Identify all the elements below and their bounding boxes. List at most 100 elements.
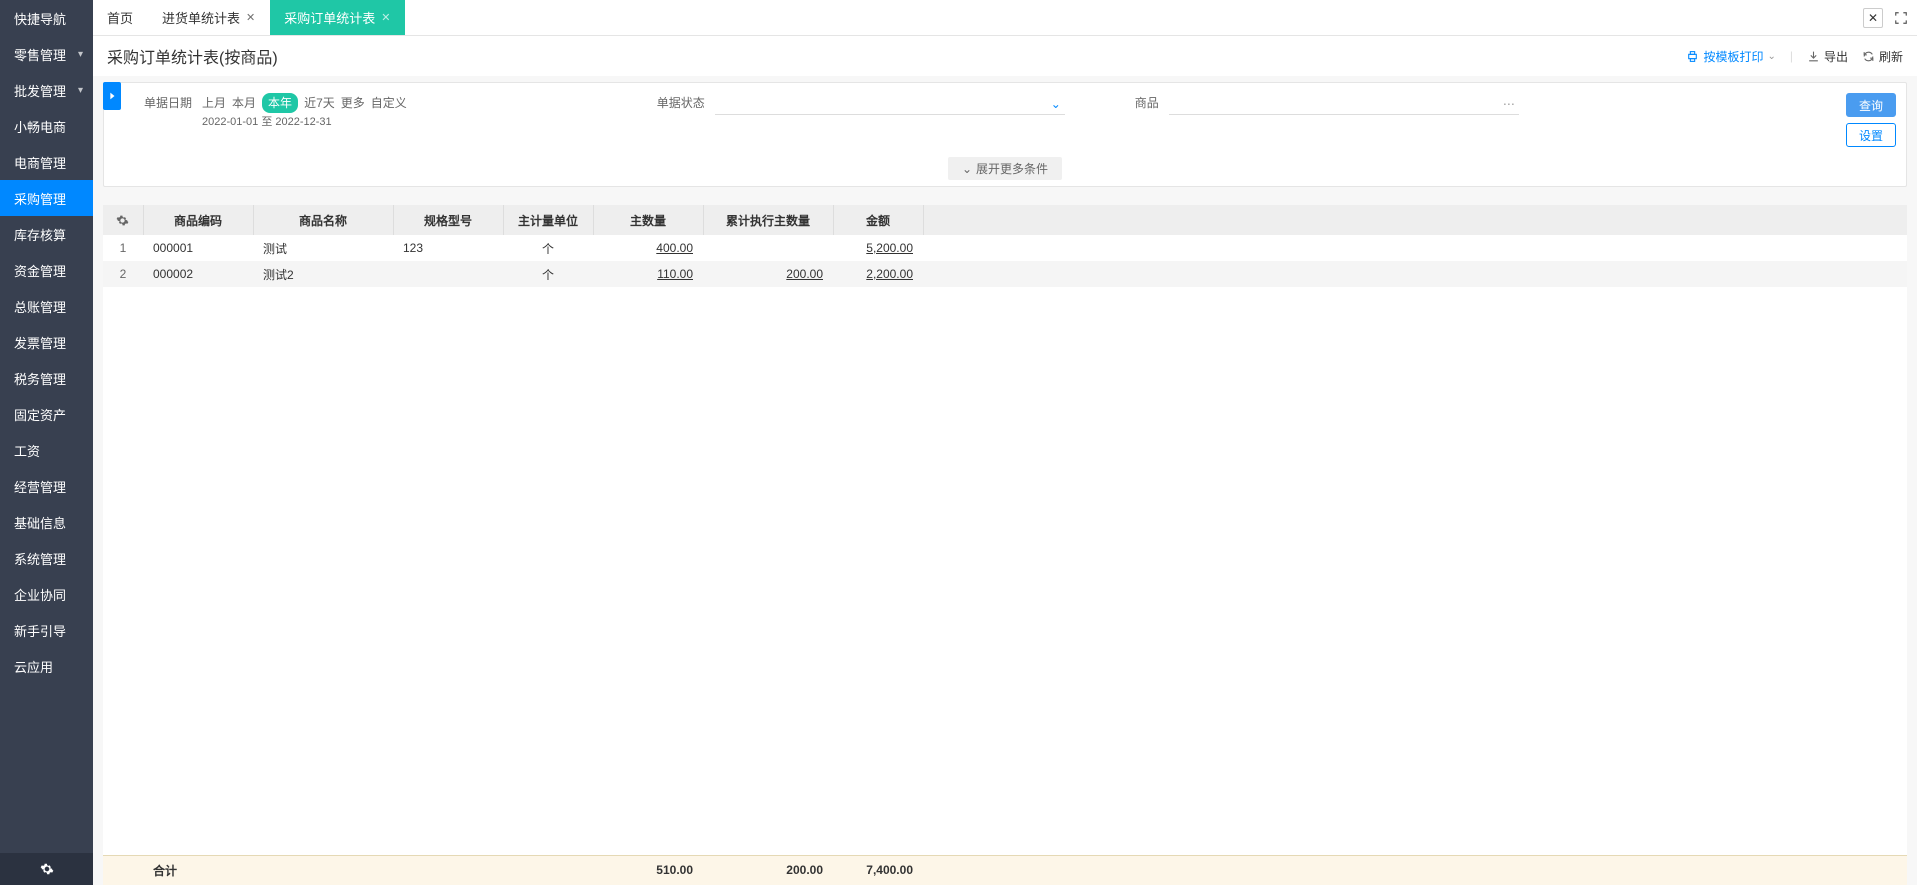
product-input[interactable]: ⋯ [1169,93,1519,115]
date-range-option[interactable]: 本年 [262,93,298,113]
date-range-option[interactable]: 自定义 [371,93,407,113]
sidebar-item[interactable]: 资金管理 [0,252,93,288]
col-header[interactable]: 主计量单位 [503,205,593,235]
caret-down-icon: ▾ [78,49,83,60]
sidebar-item[interactable]: 经营管理 [0,468,93,504]
table-config-header[interactable] [103,205,143,235]
sidebar-item[interactable]: 新手引导 [0,612,93,648]
sidebar-item[interactable]: 发票管理 [0,324,93,360]
sidebar-item[interactable]: 采购管理 [0,180,93,216]
col-header[interactable]: 金额 [833,205,923,235]
sidebar-item[interactable]: 零售管理 ▾ [0,36,93,72]
cell-amt[interactable]: 2,200.00 [833,261,923,287]
sidebar-item-label: 库存核算 [14,225,66,244]
query-button[interactable]: 查询 [1846,93,1896,117]
status-select[interactable]: ⌄ [715,93,1065,115]
footer-amt: 7,400.00 [833,855,923,885]
sidebar-item[interactable]: 小畅电商 [0,108,93,144]
sidebar-item-label: 固定资产 [14,405,66,424]
sidebar-item[interactable]: 总账管理 [0,288,93,324]
cell-spec: 123 [393,235,503,261]
chevron-down-icon: ⌄ [962,162,972,176]
settings-button[interactable]: 设置 [1846,123,1896,147]
refresh-button[interactable]: 刷新 [1862,48,1903,65]
sidebar-item-label: 零售管理 [14,45,66,64]
collapse-filter-handle[interactable] [103,82,121,110]
date-range-display: 2022-01-01 至 2022-12-31 [202,113,407,129]
sidebar-item[interactable]: 批发管理 ▾ [0,72,93,108]
sidebar-item[interactable]: 企业协同 [0,576,93,612]
sidebar-settings-button[interactable] [0,853,93,885]
sidebar-item[interactable]: 库存核算 [0,216,93,252]
date-range-option[interactable]: 近7天 [304,93,335,113]
close-icon[interactable]: ✕ [381,11,390,24]
page-title: 采购订单统计表(按商品) [107,44,278,68]
cell-exec [703,235,833,261]
sidebar-item[interactable]: 快捷导航 [0,0,93,36]
sidebar-item[interactable]: 系统管理 [0,540,93,576]
data-table: 商品编码 商品名称 规格型号 主计量单位 主数量 累计执行主数量 金额 [103,205,1907,885]
cell-code: 000002 [143,261,253,287]
print-template-button[interactable]: 按模板打印 ⌄ [1686,48,1775,65]
sidebar-item-label: 基础信息 [14,513,66,532]
footer-exec: 200.00 [703,855,833,885]
sidebar-item-label: 企业协同 [14,585,66,604]
more-icon: ⋯ [1503,97,1515,111]
tab-label: 采购订单统计表 [284,8,375,27]
sidebar-item[interactable]: 云应用 [0,648,93,684]
sidebar-item[interactable]: 固定资产 [0,396,93,432]
date-range-option[interactable]: 上月 [202,93,226,113]
fullscreen-button[interactable] [1891,8,1911,28]
tab-label: 进货单统计表 [162,8,240,27]
cell-amt[interactable]: 5,200.00 [833,235,923,261]
cell-unit: 个 [503,261,593,287]
sidebar-item[interactable]: 基础信息 [0,504,93,540]
tab-label: 首页 [107,8,133,27]
export-icon [1807,50,1820,63]
cell-spec [393,261,503,287]
chevron-down-icon: ⌄ [1767,51,1775,62]
footer-qty: 510.00 [593,855,703,885]
row-index: 2 [103,261,143,287]
col-header[interactable]: 累计执行主数量 [703,205,833,235]
table-header-row: 商品编码 商品名称 规格型号 主计量单位 主数量 累计执行主数量 金额 [103,205,1907,235]
sidebar-item-label: 发票管理 [14,333,66,352]
col-header[interactable]: 主数量 [593,205,703,235]
col-header[interactable]: 商品名称 [253,205,393,235]
filter-date-label: 单据日期 [144,93,192,113]
tab[interactable]: 采购订单统计表 ✕ [270,0,405,35]
cell-qty[interactable]: 110.00 [593,261,703,287]
chevron-down-icon: ⌄ [1051,97,1061,111]
sidebar-item-label: 批发管理 [14,81,66,100]
sidebar-item-label: 工资 [14,441,40,460]
cell-exec[interactable]: 200.00 [703,261,833,287]
table-row[interactable]: 2000002测试2个110.00200.002,200.00 [103,261,1907,287]
footer-label: 合计 [143,855,253,885]
tab[interactable]: 进货单统计表 ✕ [148,0,270,35]
filter-status-label: 单据状态 [657,93,705,113]
caret-down-icon: ▾ [78,85,83,96]
gear-icon [40,862,54,876]
table-row[interactable]: 1000001测试123个400.005,200.00 [103,235,1907,261]
date-range-option[interactable]: 本月 [232,93,256,113]
export-button[interactable]: 导出 [1807,48,1848,65]
sidebar-item[interactable]: 工资 [0,432,93,468]
close-icon[interactable]: ✕ [246,11,255,24]
gear-icon [116,214,129,227]
close-tabs-button[interactable]: ✕ [1863,8,1883,28]
sidebar-item-label: 经营管理 [14,477,66,496]
fullscreen-icon [1894,11,1908,25]
col-header[interactable]: 商品编码 [143,205,253,235]
col-header[interactable]: 规格型号 [393,205,503,235]
sidebar-item-label: 系统管理 [14,549,66,568]
expand-filters-button[interactable]: ⌄ 展开更多条件 [948,157,1062,180]
chevron-right-icon [107,91,117,101]
date-range-option[interactable]: 更多 [341,93,365,113]
sidebar-item[interactable]: 电商管理 [0,144,93,180]
print-icon [1686,50,1699,63]
sidebar-item[interactable]: 税务管理 [0,360,93,396]
cell-qty[interactable]: 400.00 [593,235,703,261]
tab[interactable]: 首页 [93,0,148,35]
cell-name: 测试 [253,235,393,261]
sidebar-item-label: 税务管理 [14,369,66,388]
